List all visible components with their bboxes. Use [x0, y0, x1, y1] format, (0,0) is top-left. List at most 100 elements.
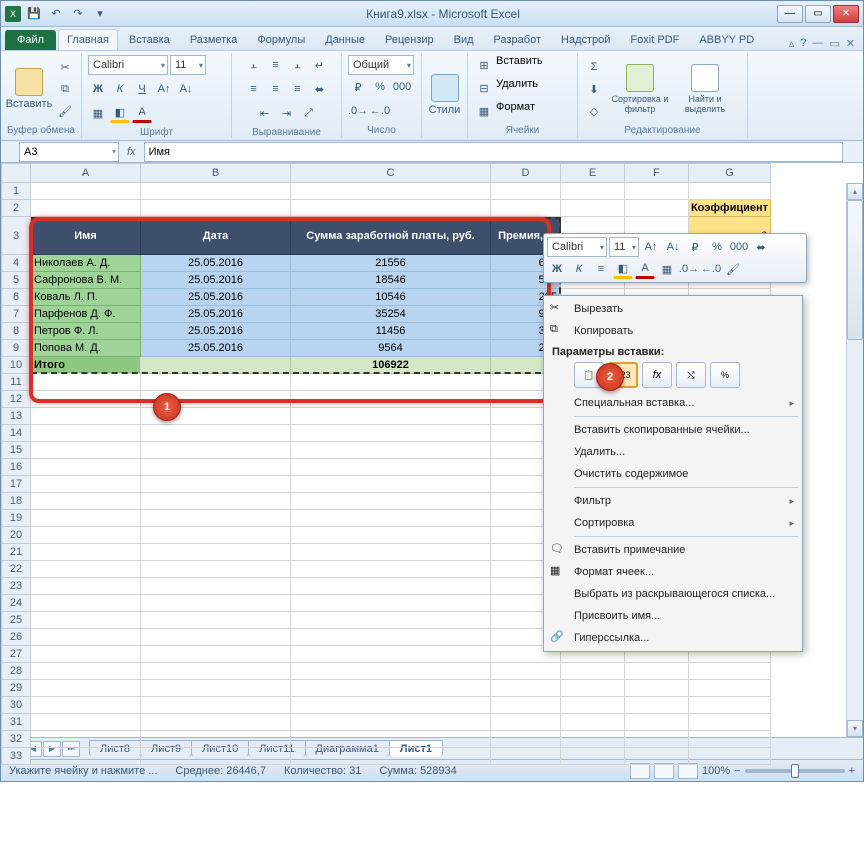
minimize-button[interactable]: —	[777, 5, 803, 23]
cell[interactable]	[625, 714, 689, 731]
number-format-combo[interactable]: Общий	[348, 55, 414, 75]
cell[interactable]	[689, 663, 771, 680]
cell[interactable]	[689, 748, 771, 765]
cell[interactable]	[141, 680, 291, 697]
tab-insert[interactable]: Вставка	[120, 29, 179, 50]
cell[interactable]	[291, 459, 491, 476]
cell[interactable]	[291, 714, 491, 731]
row-header[interactable]: 8	[1, 323, 31, 340]
select-all-corner[interactable]	[1, 163, 31, 183]
insert-cells-icon[interactable]: ⊞	[474, 55, 494, 75]
mt-center-icon[interactable]: ≡	[591, 259, 611, 279]
cell[interactable]	[491, 748, 561, 765]
maximize-button[interactable]: ▭	[805, 5, 831, 23]
dec-decimal-icon[interactable]: ←.0	[370, 101, 390, 121]
help-icon[interactable]: ?	[800, 37, 806, 50]
mt-fontcolor-icon[interactable]: A	[635, 259, 655, 279]
row-header[interactable]: 11	[1, 374, 31, 391]
cell[interactable]	[141, 357, 291, 374]
col-header[interactable]: E	[561, 163, 625, 183]
row-header[interactable]: 23	[1, 578, 31, 595]
row-header[interactable]: 19	[1, 510, 31, 527]
row-header[interactable]: 4	[1, 255, 31, 272]
font-color-icon[interactable]: A	[132, 103, 152, 123]
cell[interactable]	[291, 425, 491, 442]
row-header[interactable]: 26	[1, 629, 31, 646]
cell[interactable]	[291, 663, 491, 680]
mt-painter-icon[interactable]: 🖌	[723, 259, 743, 279]
cell[interactable]	[31, 476, 141, 493]
cell[interactable]	[141, 646, 291, 663]
cm-sort[interactable]: Сортировка▸	[546, 512, 800, 534]
tab-addins[interactable]: Надстрой	[552, 29, 619, 50]
zoom-slider[interactable]	[745, 769, 845, 773]
align-top-icon[interactable]: ⫠	[244, 55, 264, 75]
cm-paste-special[interactable]: Специальная вставка...▸	[546, 392, 800, 414]
paste-formulas-button[interactable]: fx	[642, 362, 672, 388]
cell[interactable]	[291, 731, 491, 748]
cm-comment[interactable]: 🗨Вставить примечание	[546, 539, 800, 561]
row-header[interactable]: 9	[1, 340, 31, 357]
cell[interactable]	[141, 731, 291, 748]
cell[interactable]	[31, 374, 141, 391]
tab-view[interactable]: Вид	[445, 29, 483, 50]
scroll-thumb[interactable]	[847, 200, 863, 340]
mt-percent-icon[interactable]: %	[707, 237, 727, 257]
redo-icon[interactable]: ↷	[69, 5, 87, 23]
cell[interactable]	[141, 595, 291, 612]
underline-button[interactable]: Ч	[132, 79, 152, 99]
insert-cells-label[interactable]: Вставить	[496, 55, 543, 75]
save-icon[interactable]: 💾	[25, 5, 43, 23]
mt-currency-icon[interactable]: ₽	[685, 237, 705, 257]
cell[interactable]	[31, 663, 141, 680]
cell[interactable]: 25.05.2016	[141, 272, 291, 289]
row-header[interactable]: 21	[1, 544, 31, 561]
cell[interactable]	[491, 663, 561, 680]
cell[interactable]	[141, 748, 291, 765]
cell[interactable]	[31, 561, 141, 578]
name-box[interactable]: A3	[19, 142, 119, 162]
format-painter-icon[interactable]: 🖌	[55, 101, 75, 121]
inc-decimal-icon[interactable]: .0→	[348, 101, 368, 121]
cell[interactable]	[141, 527, 291, 544]
row-header[interactable]: 24	[1, 595, 31, 612]
cell[interactable]	[625, 731, 689, 748]
qat-dropdown-icon[interactable]: ▾	[91, 5, 109, 23]
row-header[interactable]: 18	[1, 493, 31, 510]
mt-size-combo[interactable]: 11	[609, 237, 639, 257]
cell[interactable]	[31, 646, 141, 663]
border-icon[interactable]: ▦	[88, 103, 108, 123]
grow-font-icon[interactable]: A↑	[154, 79, 174, 99]
cell[interactable]	[31, 442, 141, 459]
col-header[interactable]: F	[625, 163, 689, 183]
cell[interactable]: Имя	[31, 217, 141, 255]
col-header[interactable]: A	[31, 163, 141, 183]
cell[interactable]	[291, 646, 491, 663]
vertical-scrollbar[interactable]: ▴ ▾	[846, 183, 863, 737]
tab-foxit[interactable]: Foxit PDF	[621, 29, 688, 50]
row-header[interactable]: 20	[1, 527, 31, 544]
cell[interactable]	[141, 476, 291, 493]
tab-home[interactable]: Главная	[58, 29, 118, 50]
mt-font-combo[interactable]: Calibri	[547, 237, 607, 257]
tab-layout[interactable]: Разметка	[181, 29, 247, 50]
cell[interactable]	[291, 595, 491, 612]
row-header[interactable]: 10	[1, 357, 31, 374]
cell[interactable]: 18546	[291, 272, 491, 289]
cell[interactable]: Коваль Л. П.	[31, 289, 141, 306]
row-header[interactable]: 12	[1, 391, 31, 408]
cell[interactable]	[141, 578, 291, 595]
cell[interactable]: 25.05.2016	[141, 255, 291, 272]
indent-inc-icon[interactable]: ⇥	[277, 103, 297, 123]
col-header[interactable]: G	[689, 163, 771, 183]
cell[interactable]: 25.05.2016	[141, 340, 291, 357]
cell[interactable]: 21556	[291, 255, 491, 272]
cut-icon[interactable]: ✂	[55, 57, 75, 77]
cell[interactable]	[689, 697, 771, 714]
row-header[interactable]: 5	[1, 272, 31, 289]
cell[interactable]	[625, 183, 689, 200]
cell[interactable]	[291, 612, 491, 629]
mt-italic-icon[interactable]: К	[569, 259, 589, 279]
copy-icon[interactable]: ⧉	[55, 79, 75, 99]
cell[interactable]	[561, 748, 625, 765]
